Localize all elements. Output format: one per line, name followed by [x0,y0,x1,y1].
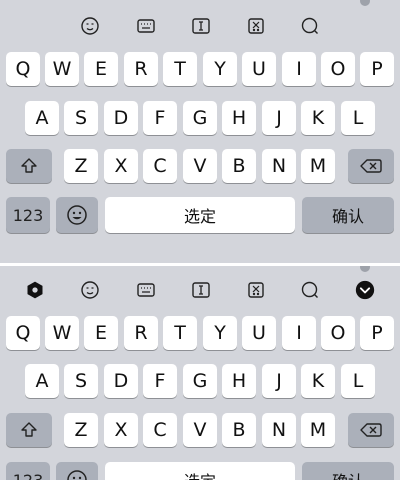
key-p[interactable]: P [360,316,394,350]
key-a[interactable]: A [25,364,59,398]
key-e[interactable]: E [84,52,118,86]
text-cursor-icon[interactable] [191,280,211,300]
key-d[interactable]: D [104,364,138,398]
emoji-face-icon[interactable] [80,280,100,300]
emoji-key[interactable] [56,197,98,233]
key-s[interactable]: S [64,364,98,398]
key-q[interactable]: Q [6,316,40,350]
key-c[interactable]: C [143,413,177,447]
key-v[interactable]: V [183,413,217,447]
key-u[interactable]: U [242,316,276,350]
key-y[interactable]: Y [203,52,237,86]
emoji-smile-icon [67,205,87,225]
keyboard-icon[interactable] [136,16,156,36]
key-w[interactable]: W [45,316,79,350]
backspace-icon [360,159,382,173]
key-m[interactable]: M [301,149,335,183]
key-m[interactable]: M [301,413,335,447]
key-l[interactable]: L [341,364,375,398]
keyboard-panel-bottom: Q W E R T Y U I O P A S D F G H J K L Z … [0,266,400,480]
settings-hexagon-icon[interactable] [23,278,47,302]
key-f[interactable]: F [143,364,177,398]
key-b[interactable]: B [222,413,256,447]
key-i[interactable]: I [282,316,316,350]
key-u[interactable]: U [242,52,276,86]
backspace-key[interactable] [348,149,394,183]
key-x[interactable]: X [104,413,138,447]
key-f[interactable]: F [143,101,177,135]
key-o[interactable]: O [321,52,355,86]
key-v[interactable]: V [183,149,217,183]
key-k[interactable]: K [301,364,335,398]
key-l[interactable]: L [341,101,375,135]
key-p[interactable]: P [360,52,394,86]
key-n[interactable]: N [262,413,296,447]
key-h[interactable]: H [222,364,256,398]
key-q[interactable]: Q [6,52,40,86]
key-d[interactable]: D [104,101,138,135]
key-s[interactable]: S [64,101,98,135]
backspace-icon [360,423,382,437]
emoji-smile-icon [67,470,87,480]
key-y[interactable]: Y [203,316,237,350]
search-icon[interactable] [300,280,320,300]
key-e[interactable]: E [84,316,118,350]
key-t[interactable]: T [163,52,197,86]
confirm-key[interactable]: 确认 [302,197,394,233]
emoji-key[interactable] [56,462,98,480]
clipboard-icon[interactable] [246,280,266,300]
emoji-face-icon[interactable] [80,16,100,36]
shift-arrow-icon [21,422,37,437]
text-cursor-icon[interactable] [191,16,211,36]
space-select-key[interactable]: 选定 [105,462,295,480]
key-i[interactable]: I [282,52,316,86]
key-c[interactable]: C [143,149,177,183]
key-a[interactable]: A [25,101,59,135]
key-w[interactable]: W [45,52,79,86]
key-j[interactable]: J [262,364,296,398]
key-g[interactable]: G [183,101,217,135]
key-g[interactable]: G [183,364,217,398]
key-t[interactable]: T [163,316,197,350]
collapse-chevron-icon[interactable] [353,278,377,302]
keyboard-icon[interactable] [136,280,156,300]
clipboard-icon[interactable] [246,16,266,36]
space-select-key[interactable]: 选定 [105,197,295,233]
keyboard-panel-top: Q W E R T Y U I O P A S D F G H J K L Z … [0,0,400,263]
key-x[interactable]: X [104,149,138,183]
key-r[interactable]: R [124,52,158,86]
key-k[interactable]: K [301,101,335,135]
keyboard-toolbar [0,5,400,47]
key-z[interactable]: Z [64,413,98,447]
key-h[interactable]: H [222,101,256,135]
key-b[interactable]: B [222,149,256,183]
shift-key[interactable] [6,149,52,183]
number-mode-key[interactable]: 123 [6,197,50,233]
shift-arrow-icon [21,158,37,173]
shift-key[interactable] [6,413,52,447]
backspace-key[interactable] [348,413,394,447]
key-n[interactable]: N [262,149,296,183]
keyboard-toolbar [0,269,400,311]
confirm-key[interactable]: 确认 [302,462,394,480]
number-mode-key[interactable]: 123 [6,462,50,480]
key-j[interactable]: J [262,101,296,135]
key-r[interactable]: R [124,316,158,350]
key-z[interactable]: Z [64,149,98,183]
search-icon[interactable] [300,16,320,36]
key-o[interactable]: O [321,316,355,350]
